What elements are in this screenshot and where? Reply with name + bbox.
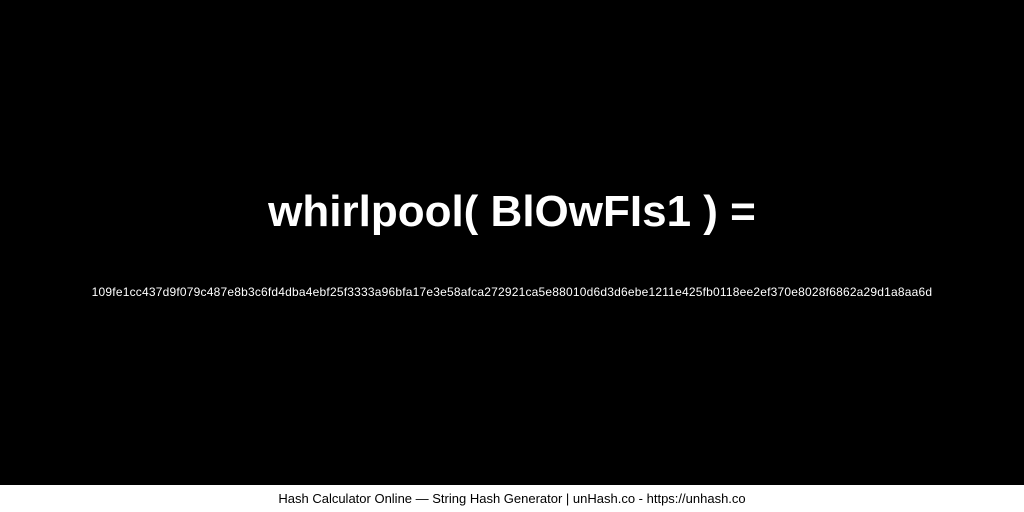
hash-expression: whirlpool( BlOwFIs1 ) =: [268, 187, 756, 237]
hash-output: 109fe1cc437d9f079c487e8b3c6fd4dba4ebf25f…: [92, 285, 933, 299]
main-content: whirlpool( BlOwFIs1 ) = 109fe1cc437d9f07…: [0, 0, 1024, 485]
footer-text: Hash Calculator Online — String Hash Gen…: [278, 491, 745, 506]
footer-bar: Hash Calculator Online — String Hash Gen…: [0, 485, 1024, 512]
